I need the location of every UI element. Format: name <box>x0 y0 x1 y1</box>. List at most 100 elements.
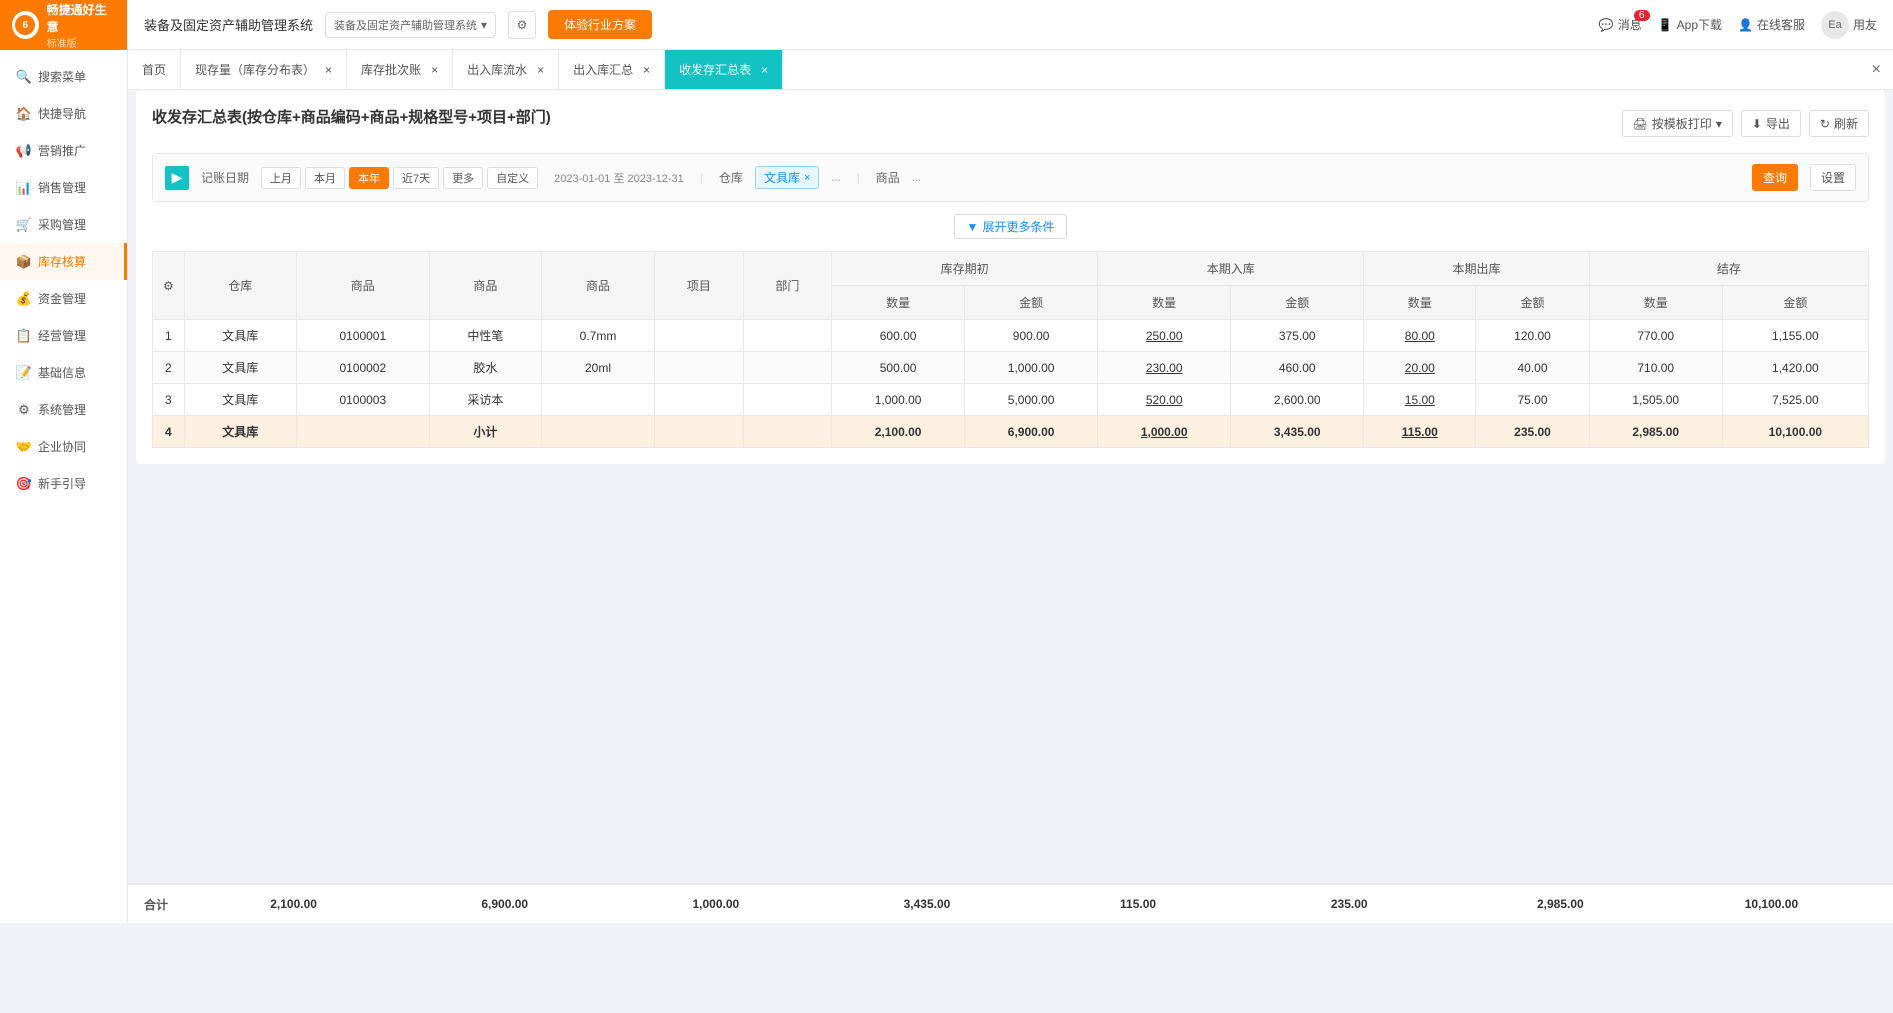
filter-toggle-btn[interactable]: ▶ <box>165 166 189 190</box>
tab-inout-summary[interactable]: 出入库汇总 × <box>559 50 665 89</box>
cell-no: 3 <box>153 384 185 416</box>
refresh-icon: ↻ <box>1820 117 1830 131</box>
th-in-qty: 数量 <box>1098 286 1231 320</box>
cell-name: 胶水 <box>429 352 541 384</box>
subtotal-project <box>655 416 743 448</box>
total-in-qty: 1,000.00 <box>610 897 821 911</box>
topbar-left: 装备及固定资产辅助管理系统 装备及固定资产辅助管理系统 ▾ ⚙ 体验行业方案 <box>144 10 652 39</box>
filter-bar: ▶ 记账日期 上月 本月 本年 近7天 更多 自定义 2023-01-01 至 … <box>152 153 1869 202</box>
date-btn-this-year[interactable]: 本年 <box>349 167 389 189</box>
sidebar-item-quick-nav[interactable]: 🏠 快捷导航 <box>0 95 127 132</box>
sidebar-item-search[interactable]: 🔍 搜索菜单 <box>0 58 127 95</box>
tab-spacer <box>783 50 1859 89</box>
tab-close-inout-summary[interactable]: × <box>643 63 650 77</box>
dropdown-arrow-icon: ▾ <box>481 18 487 32</box>
cell-out-qty[interactable]: 80.00 <box>1364 320 1476 352</box>
cell-out-amt: 40.00 <box>1476 352 1589 384</box>
date-btn-7days[interactable]: 近7天 <box>393 167 439 189</box>
sidebar-item-operations[interactable]: 📋 经营管理 <box>0 317 127 354</box>
sidebar-item-purchase[interactable]: 🛒 采购管理 <box>0 206 127 243</box>
cell-out-qty[interactable]: 20.00 <box>1364 352 1476 384</box>
system-dropdown[interactable]: 装备及固定资产辅助管理系统 ▾ <box>325 12 496 38</box>
messages-btn[interactable]: 💬 消息 6 <box>1599 16 1642 33</box>
export-btn[interactable]: ⬇ 导出 <box>1741 110 1801 137</box>
date-btn-more[interactable]: 更多 <box>443 167 483 189</box>
warehouse-filter-tag[interactable]: 文具库 × <box>755 166 819 189</box>
cell-out-qty[interactable]: 15.00 <box>1364 384 1476 416</box>
sidebar-item-inventory[interactable]: 📦 库存核算 <box>0 243 127 280</box>
tab-home[interactable]: 首页 <box>128 50 181 89</box>
subtotal-in-qty[interactable]: 1,000.00 <box>1098 416 1231 448</box>
cell-project <box>655 352 743 384</box>
cell-department <box>743 320 831 352</box>
online-service-btn[interactable]: 👤 在线客服 <box>1738 16 1805 33</box>
settings-gear-btn[interactable]: ⚙ <box>508 11 536 39</box>
basic-info-icon: 📝 <box>16 365 32 381</box>
settings-btn[interactable]: 设置 <box>1810 164 1856 191</box>
user-btn[interactable]: Ea 用友 <box>1821 11 1877 39</box>
date-btn-custom[interactable]: 自定义 <box>487 167 538 189</box>
home-icon: 🏠 <box>16 106 32 122</box>
tab-batch[interactable]: 库存批次账 × <box>347 50 453 89</box>
th-spec: 商品 <box>541 252 654 320</box>
sidebar-item-marketing[interactable]: 📢 营销推广 <box>0 132 127 169</box>
trial-button[interactable]: 体验行业方案 <box>548 10 652 39</box>
cell-warehouse: 文具库 <box>184 352 296 384</box>
sidebar-item-sales[interactable]: 📊 销售管理 <box>0 169 127 206</box>
cell-in-qty[interactable]: 520.00 <box>1098 384 1231 416</box>
query-btn[interactable]: 查询 <box>1752 164 1798 191</box>
print-btn[interactable]: 🖨 按模板打印 ▾ <box>1622 110 1733 137</box>
cell-out-amt: 120.00 <box>1476 320 1589 352</box>
close-all-tabs-btn[interactable]: × <box>1860 50 1893 89</box>
warehouse-more-btn[interactable]: ... <box>831 172 840 184</box>
sidebar-menu: 🔍 搜索菜单 🏠 快捷导航 📢 营销推广 📊 销售管理 🛒 采购管理 📦 库存核… <box>0 50 127 510</box>
column-settings-icon[interactable]: ⚙ <box>163 279 174 293</box>
date-buttons: 上月 本月 本年 近7天 更多 自定义 <box>261 167 538 189</box>
message-icon: 💬 <box>1599 18 1614 32</box>
content-area: 收发存汇总表(按仓库+商品编码+商品+规格型号+项目+部门) 🖨 按模板打印 ▾… <box>136 90 1885 464</box>
finance-icon: 💰 <box>16 291 32 307</box>
cell-in-qty[interactable]: 250.00 <box>1098 320 1231 352</box>
cell-opening-qty: 1,000.00 <box>832 384 965 416</box>
subtotal-closing-qty: 2,985.00 <box>1589 416 1722 448</box>
sidebar-item-newbie[interactable]: 🎯 新手引导 <box>0 465 127 502</box>
expand-conditions-btn[interactable]: ▼ 展开更多条件 <box>954 214 1068 239</box>
system-name: 装备及固定资产辅助管理系统 <box>144 15 313 34</box>
th-project: 项目 <box>655 252 743 320</box>
tab-inout-flow[interactable]: 出入库流水 × <box>453 50 559 89</box>
tab-recv-send[interactable]: 收发存汇总表 × <box>665 50 783 89</box>
th-out-group: 本期出库 <box>1364 252 1589 286</box>
cell-opening-qty: 600.00 <box>832 320 965 352</box>
tab-close-inout-flow[interactable]: × <box>537 63 544 77</box>
cell-in-amt: 2,600.00 <box>1231 384 1364 416</box>
sidebar-item-enterprise[interactable]: 🤝 企业协同 <box>0 428 127 465</box>
app-title: 畅捷通好生意 标准版 <box>47 1 115 50</box>
sidebar-item-finance[interactable]: 💰 资金管理 <box>0 280 127 317</box>
total-in-amt: 3,435.00 <box>821 897 1032 911</box>
tabbar: 首页 现存量（库存分布表） × 库存批次账 × 出入库流水 × 出入库汇总 × … <box>128 50 1893 90</box>
cell-in-qty[interactable]: 230.00 <box>1098 352 1231 384</box>
app-download-btn[interactable]: 📱 App下载 <box>1658 16 1722 33</box>
tab-close-recv-send[interactable]: × <box>761 63 768 77</box>
warehouse-tag-close[interactable]: × <box>804 172 810 184</box>
tab-stock-dist[interactable]: 现存量（库存分布表） × <box>181 50 347 89</box>
tab-close-stock-dist[interactable]: × <box>325 63 332 77</box>
cell-warehouse: 文具库 <box>184 384 296 416</box>
total-opening-qty: 2,100.00 <box>188 897 399 911</box>
date-btn-this-month[interactable]: 本月 <box>305 167 345 189</box>
enterprise-icon: 🤝 <box>16 439 32 455</box>
table-row: 3 文具库 0100003 采访本 1,000.00 5,000.00 520.… <box>153 384 1869 416</box>
th-settings[interactable]: ⚙ <box>153 252 185 320</box>
cell-closing-qty: 710.00 <box>1589 352 1722 384</box>
warehouse-filter-label: 仓库 <box>719 169 743 186</box>
sidebar-item-system[interactable]: ⚙ 系统管理 <box>0 391 127 428</box>
sidebar-item-basic-info[interactable]: 📝 基础信息 <box>0 354 127 391</box>
tab-close-batch[interactable]: × <box>431 63 438 77</box>
subtotal-code <box>296 416 429 448</box>
refresh-btn[interactable]: ↻ 刷新 <box>1809 110 1869 137</box>
goods-more-btn[interactable]: ... <box>912 172 921 184</box>
sidebar-header: 6 畅捷通好生意 标准版 <box>0 0 127 50</box>
inventory-icon: 📦 <box>16 254 32 270</box>
subtotal-out-qty[interactable]: 115.00 <box>1364 416 1476 448</box>
date-btn-last-month[interactable]: 上月 <box>261 167 301 189</box>
